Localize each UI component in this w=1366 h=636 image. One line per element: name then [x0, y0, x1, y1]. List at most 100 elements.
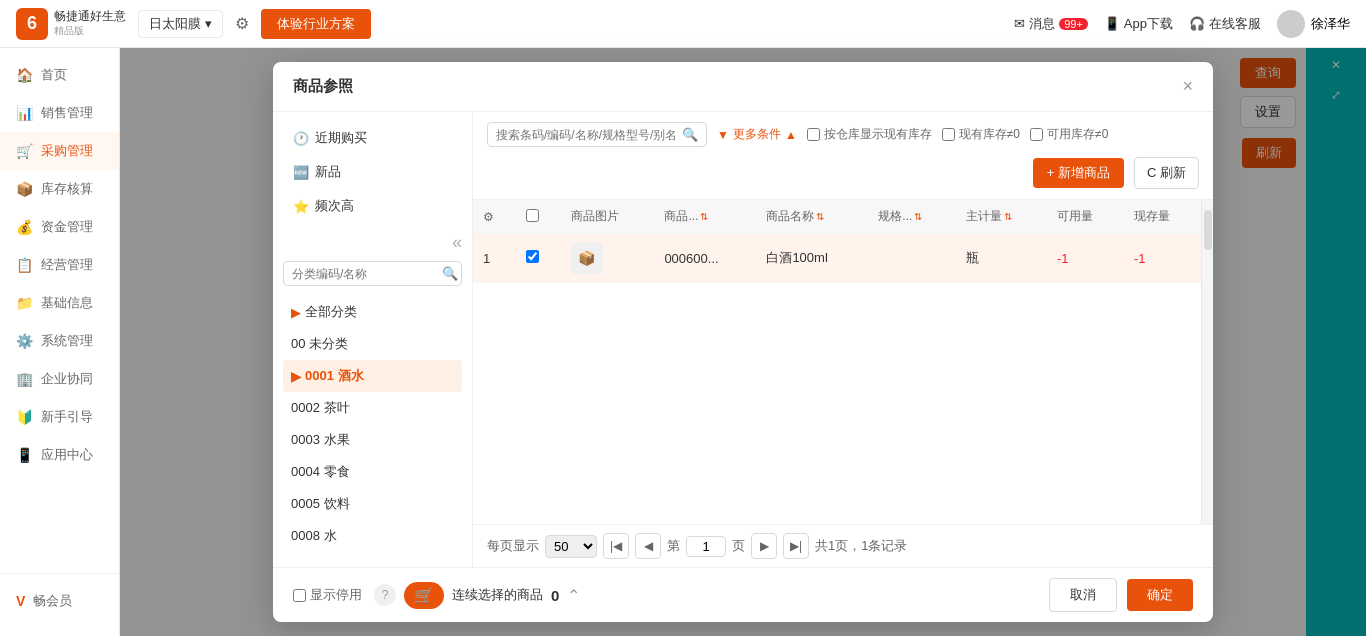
cancel-button[interactable]: 取消 — [1049, 578, 1117, 612]
avatar — [1277, 10, 1305, 38]
app-icon: 📱 — [16, 447, 33, 463]
sidebar-item-enterprise[interactable]: 🏢 企业协同 — [0, 360, 119, 398]
sidebar-item-vip[interactable]: V 畅会员 — [0, 582, 119, 620]
cat-item-0005[interactable]: 0005 饮料 — [283, 488, 462, 520]
more-filter-button[interactable]: ▼ 更多条件 ▲ — [717, 126, 797, 143]
td-code: 000600... — [654, 234, 756, 283]
new-products-tab[interactable]: 🆕 新品 — [283, 156, 462, 188]
sidebar-item-operations[interactable]: 📋 经营管理 — [0, 246, 119, 284]
td-spec — [868, 234, 956, 283]
sort-icon-name: ⇅ — [816, 211, 824, 222]
per-page-select[interactable]: 50 10 20 100 — [545, 535, 597, 558]
sidebar-item-guide[interactable]: 🔰 新手引导 — [0, 398, 119, 436]
collapse-left-panel-button[interactable]: « — [452, 232, 462, 253]
cat-item-unclassified[interactable]: 00 未分类 — [283, 328, 462, 360]
new-icon: 🆕 — [293, 165, 309, 180]
th-name[interactable]: 商品名称⇅ — [756, 200, 868, 234]
page-number-input[interactable] — [686, 536, 726, 557]
sidebar-item-home[interactable]: 🏠 首页 — [0, 56, 119, 94]
search-icon: 🔍 — [682, 127, 698, 142]
settings-button[interactable]: ⚙ — [235, 14, 249, 33]
next-page-button[interactable]: ▶ — [751, 533, 777, 559]
left-panel: 🕐 近期购买 🆕 新品 ⭐ 频次高 — [273, 112, 473, 567]
sidebar-item-appstore[interactable]: 📱 应用中心 — [0, 436, 119, 474]
logo-text: 畅捷通好生意 — [54, 9, 126, 25]
product-table: ⚙ 商品图片 商品...⇅ 商品名称⇅ 规格...⇅ 主计量⇅ 可用量 — [473, 200, 1201, 283]
product-thumbnail: 📦 — [571, 242, 603, 274]
clock-icon: 🕐 — [293, 131, 309, 146]
category-list: ▶ 全部分类 00 未分类 ▶ 0001 酒水 0002 茶 — [273, 296, 472, 557]
dialog-overlay: 商品参照 × 🕐 近期购买 🆕 — [120, 48, 1366, 636]
cat-item-0002[interactable]: 0002 茶叶 — [283, 392, 462, 424]
cat-item-0001[interactable]: ▶ 0001 酒水 — [283, 360, 462, 392]
company-selector[interactable]: 日太阳膜 ▾ — [138, 10, 223, 38]
system-icon: ⚙️ — [16, 333, 33, 349]
trial-button[interactable]: 体验行业方案 — [261, 9, 371, 39]
help-button[interactable]: ? — [374, 584, 396, 606]
warehouse-check-label: 按仓库显示现有库存 — [807, 126, 932, 143]
pagination-bar: 每页显示 50 10 20 100 |◀ ◀ 第 页 — [473, 524, 1213, 567]
user-avatar-area[interactable]: 徐泽华 — [1277, 10, 1350, 38]
logo-area: 6 畅捷通好生意 精品版 — [16, 8, 126, 40]
cat-item-all[interactable]: ▶ 全部分类 — [283, 296, 462, 328]
refresh-button[interactable]: C 刷新 — [1134, 157, 1199, 189]
cat-item-0008[interactable]: 0008 水 — [283, 520, 462, 552]
confirm-button[interactable]: 确定 — [1127, 579, 1193, 611]
frequent-tab[interactable]: ⭐ 频次高 — [283, 190, 462, 222]
th-code[interactable]: 商品...⇅ — [654, 200, 756, 234]
show-disabled-label: 显示停用 — [293, 586, 362, 604]
th-available: 可用量 — [1047, 200, 1124, 234]
table-row[interactable]: 1 📦 000600... 白酒100ml — [473, 234, 1201, 283]
app-download-nav[interactable]: 📱 App下载 — [1104, 15, 1173, 33]
page-total-info: 共1页，1条记录 — [815, 537, 907, 555]
th-unit[interactable]: 主计量⇅ — [956, 200, 1047, 234]
prev-page-button[interactable]: ◀ — [635, 533, 661, 559]
sidebar-item-inventory[interactable]: 📦 库存核算 — [0, 170, 119, 208]
sidebar-item-finance[interactable]: 💰 资金管理 — [0, 208, 119, 246]
show-disabled-check[interactable] — [293, 589, 306, 602]
main-content: ✕ ⤢ 查询 设置 刷新 商品参照 × — [120, 48, 1366, 636]
scrollbar[interactable] — [1201, 200, 1213, 524]
product-search-input[interactable] — [496, 128, 676, 142]
current-stock-check-label: 现有库存≠0 — [942, 126, 1020, 143]
cat-item-0003[interactable]: 0003 水果 — [283, 424, 462, 456]
message-icon: ✉ — [1014, 16, 1025, 31]
last-page-button[interactable]: ▶| — [783, 533, 809, 559]
current-stock-check[interactable] — [942, 128, 955, 141]
footer-collapse-button[interactable]: ⌃ — [567, 586, 580, 605]
dialog-close-button[interactable]: × — [1182, 76, 1193, 97]
sort-icon-spec: ⇅ — [914, 211, 922, 222]
messages-nav[interactable]: ✉ 消息 99+ — [1014, 15, 1088, 33]
td-image: 📦 — [561, 234, 654, 283]
cat-item-0004[interactable]: 0004 零食 — [283, 456, 462, 488]
cat-item-0010[interactable]: 0010 家电 — [283, 552, 462, 557]
sidebar-item-sales[interactable]: 📊 销售管理 — [0, 94, 119, 132]
td-unit: 瓶 — [956, 234, 1047, 283]
add-product-button[interactable]: + 新增商品 — [1033, 158, 1124, 188]
th-spec[interactable]: 规格...⇅ — [868, 200, 956, 234]
sidebar-item-basic-info[interactable]: 📁 基础信息 — [0, 284, 119, 322]
sort-icon-unit: ⇅ — [1004, 211, 1012, 222]
info-icon: 📁 — [16, 295, 33, 311]
available-check[interactable] — [1030, 128, 1043, 141]
home-icon: 🏠 — [16, 67, 33, 83]
category-search-input[interactable] — [292, 267, 442, 281]
selected-count: 0 — [551, 587, 559, 604]
row-check[interactable] — [526, 250, 539, 263]
operations-icon: 📋 — [16, 257, 33, 273]
customer-service-nav[interactable]: 🎧 在线客服 — [1189, 15, 1261, 33]
phone-icon: 📱 — [1104, 16, 1120, 31]
dialog-body: 🕐 近期购买 🆕 新品 ⭐ 频次高 — [273, 112, 1213, 567]
expand-icon: ▶ — [291, 305, 301, 320]
sidebar-item-purchase[interactable]: 🛒 采购管理 — [0, 132, 119, 170]
select-all-check[interactable] — [526, 209, 539, 222]
recent-purchases-tab[interactable]: 🕐 近期购买 — [283, 122, 462, 154]
sidebar-item-system[interactable]: ⚙️ 系统管理 — [0, 322, 119, 360]
cart-area[interactable]: 🛒 — [404, 582, 444, 609]
first-page-button[interactable]: |◀ — [603, 533, 629, 559]
product-reference-dialog: 商品参照 × 🕐 近期购买 🆕 — [273, 62, 1213, 622]
warehouse-check[interactable] — [807, 128, 820, 141]
search-icon: 🔍 — [442, 266, 458, 281]
enterprise-icon: 🏢 — [16, 371, 33, 387]
sort-icon-code: ⇅ — [700, 211, 708, 222]
